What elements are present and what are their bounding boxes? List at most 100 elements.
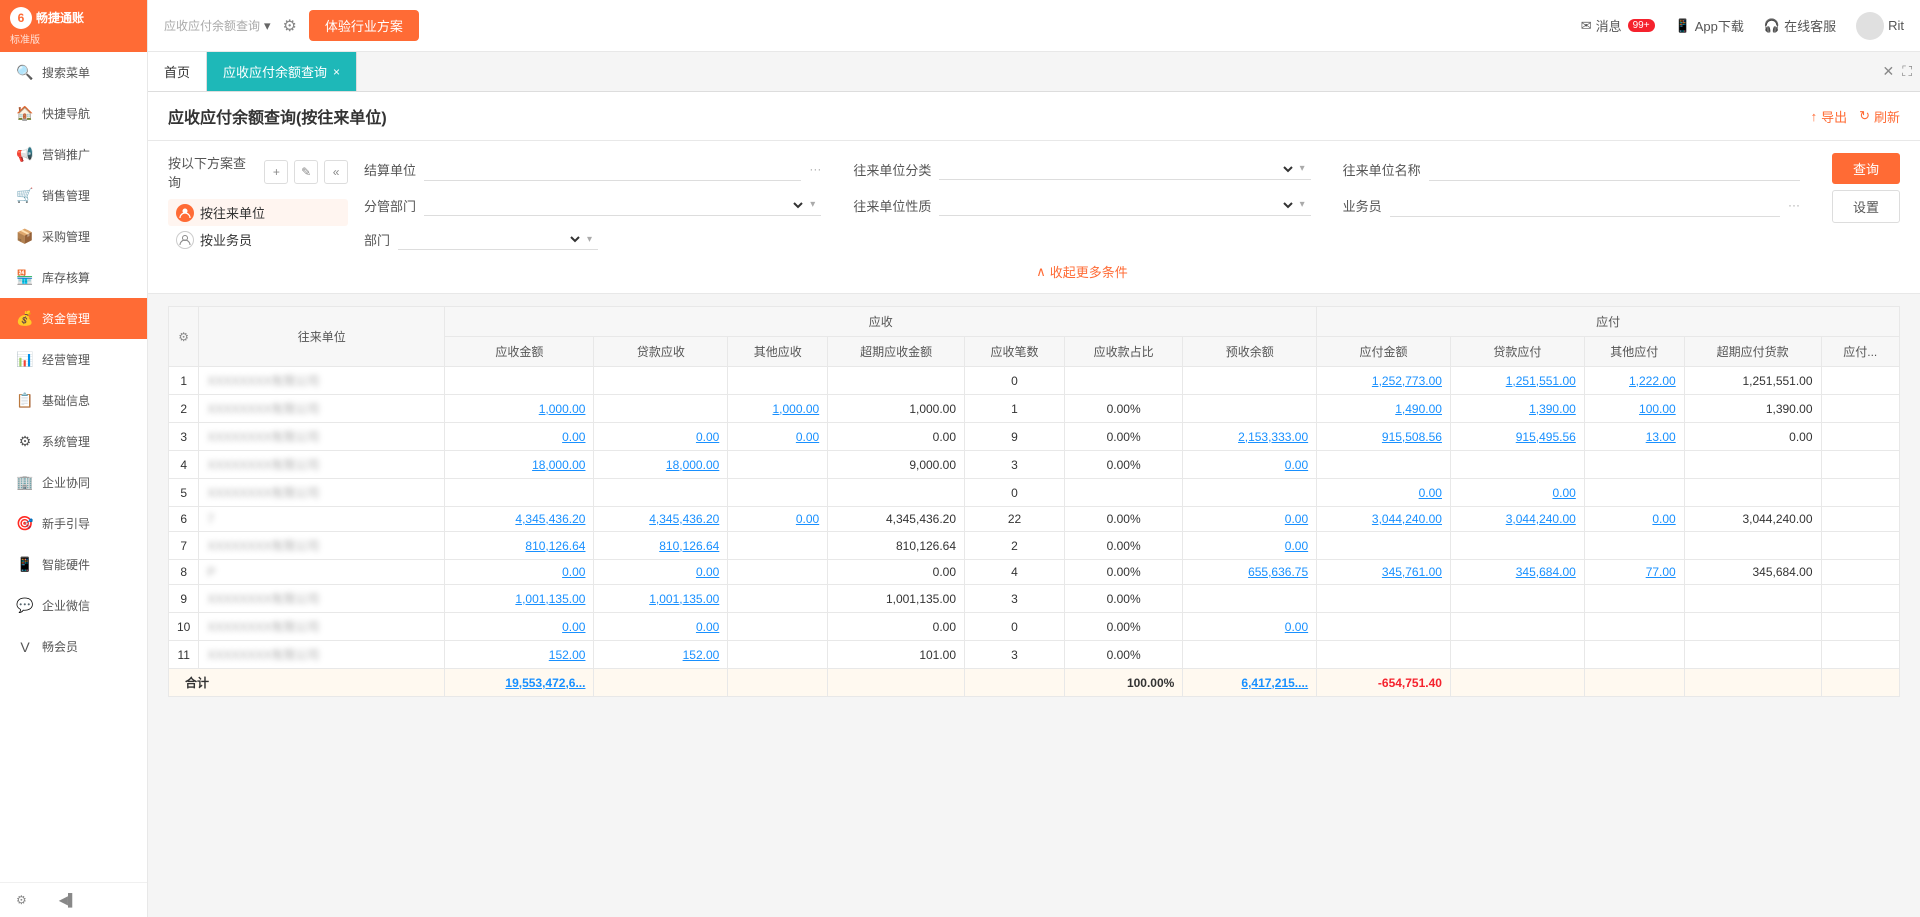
sidebar-item-guide[interactable]: 🎯 新手引导 [0,503,147,544]
unit-category-label: 往来单位分类 [853,160,931,179]
collapse-icon: ◀▌ [59,893,77,907]
add-scheme-btn[interactable]: + [264,160,288,184]
dept-manager-select[interactable] [430,197,806,213]
sidebar-item-wechat[interactable]: 💬 企业微信 [0,585,147,626]
collapse-btn[interactable]: ∧ 收起更多条件 [348,262,1816,281]
sidebar-item-marketing[interactable]: 📢 营销推广 [0,134,147,175]
search-actions: 查询 设置 [1832,153,1900,223]
tab-close-all-icon[interactable]: ✕ [1882,63,1894,80]
settlement-unit-more-icon[interactable]: ··· [809,162,821,176]
inventory-icon: 🏪 [16,269,34,286]
dept-manager-arrow-icon: ▾ [810,199,815,210]
by-staff-icon [176,231,194,249]
by-unit-icon [176,204,194,222]
tab-home[interactable]: 首页 [148,52,207,91]
sidebar-collapse-btn[interactable]: ◀▌ [43,883,93,917]
messages-btn[interactable]: ✉ 消息 99+ [1581,16,1655,35]
table-row: 4XXXXXXXX有限公司18,000.0018,000.009,000.003… [169,451,1900,479]
th-ar-group: 应收 [445,307,1317,337]
total-ar-loan [594,669,728,697]
sales-icon: 🛒 [16,187,34,204]
th-ap-suffix: 应付... [1821,337,1899,367]
user-profile[interactable]: Rit [1856,12,1904,40]
salesperson-more-icon[interactable]: ··· [1788,198,1800,212]
total-label: 合计 [169,669,445,697]
table-row: 674,345,436.204,345,436.200.004,345,436.… [169,507,1900,532]
sidebar-item-inventory[interactable]: 🏪 库存核算 [0,257,147,298]
th-partner: 往来单位 [199,307,445,367]
online-service-btn[interactable]: 🎧 在线客服 [1764,16,1836,35]
sidebar-item-member[interactable]: V 畅会员 [0,626,147,667]
tab-maximize-icon[interactable]: ⛶ [1902,63,1912,80]
refresh-btn[interactable]: ↻ 刷新 [1859,107,1900,126]
data-table: ⚙ 往来单位 应收 应付 应收金额 贷款应收 其他应收 超期应收金额 应收笔数 … [168,306,1900,697]
sidebar-item-business[interactable]: 📊 经营管理 [0,339,147,380]
option-by-staff[interactable]: 按业务员 [168,226,348,253]
th-ar-count: 应收笔数 [965,337,1065,367]
basic-icon: 📋 [16,392,34,409]
page-header: 应收应付余额查询(按往来单位) ↑ 导出 ↻ 刷新 [148,92,1920,141]
search-main-row: 按以下方案查询 + ✎ « 按往来单位 [168,153,1900,281]
sidebar-item-finance[interactable]: 💰 资金管理 [0,298,147,339]
th-ap-overdue: 超期应付货款 [1684,337,1821,367]
edit-scheme-btn[interactable]: ✎ [294,160,318,184]
hardware-icon: 📱 [16,556,34,573]
option-by-unit[interactable]: 按往来单位 [168,199,348,226]
industry-solution-btn[interactable]: 体验行业方案 [309,10,419,41]
salesperson-label: 业务员 [1343,196,1382,215]
collapse-scheme-btn[interactable]: « [324,160,348,184]
set-btn[interactable]: 设置 [1832,190,1900,223]
sidebar-item-enterprise[interactable]: 🏢 企业协同 [0,462,147,503]
app-download-btn[interactable]: 📱 App下载 [1675,16,1744,35]
logo-name: 畅捷通账 [36,9,84,26]
unit-nature-select[interactable] [945,197,1295,213]
th-settings[interactable]: ⚙ [169,307,199,367]
total-ar-overdue [828,669,965,697]
table-row: 10XXXXXXXX有限公司0.000.000.0000.00%0.00 [169,613,1900,641]
sidebar-item-hardware[interactable]: 📱 智能硬件 [0,544,147,585]
tab-ar-ap[interactable]: 应收应付余额查询 × [207,52,357,91]
topbar: 应收应付余额查询 ▾ ⚙ 体验行业方案 ✉ 消息 99+ 📱 App下载 🎧 在… [148,0,1920,52]
table-row: 7XXXXXXXX有限公司810,126.64810,126.64810,126… [169,532,1900,560]
wechat-icon: 💬 [16,597,34,614]
settlement-unit-input[interactable] [424,157,801,181]
main-content: 应收应付余额查询 ▾ ⚙ 体验行业方案 ✉ 消息 99+ 📱 App下载 🎧 在… [148,0,1920,917]
column-settings-icon[interactable]: ⚙ [178,330,189,344]
sidebar-settings-btn[interactable]: ⚙ [0,883,43,917]
query-btn[interactable]: 查询 [1832,153,1900,184]
table-row: 3XXXXXXXX有限公司0.000.000.000.0090.00%2,153… [169,423,1900,451]
unit-category-select[interactable] [945,161,1295,177]
topbar-gear-icon[interactable]: ⚙ [283,16,297,36]
dept-select[interactable] [404,231,583,247]
enterprise-icon: 🏢 [16,474,34,491]
purchase-icon: 📦 [16,228,34,245]
th-ap-amount: 应付金额 [1317,337,1451,367]
export-btn[interactable]: ↑ 导出 [1811,107,1848,126]
settings-icon: ⚙ [16,893,27,907]
total-ar-count [965,669,1065,697]
search-right: 结算单位 ··· 往来单位分类 ▾ 往来单位名称 [348,153,1816,281]
tabbar: 首页 应收应付余额查询 × ✕ ⛶ [148,52,1920,92]
sidebar-item-purchase[interactable]: 📦 采购管理 [0,216,147,257]
th-ar-ratio: 应收款占比 [1064,337,1182,367]
table-area: ⚙ 往来单位 应收 应付 应收金额 贷款应收 其他应收 超期应收金额 应收笔数 … [148,294,1920,917]
sidebar-item-system[interactable]: ⚙ 系统管理 [0,421,147,462]
tab-close-icon[interactable]: × [333,65,340,79]
th-ap-group: 应付 [1317,307,1900,337]
sidebar-item-sales[interactable]: 🛒 销售管理 [0,175,147,216]
salesperson-input[interactable] [1390,193,1780,217]
sidebar-item-search[interactable]: 🔍 搜索菜单 [0,52,147,93]
sidebar-item-basic[interactable]: 📋 基础信息 [0,380,147,421]
unit-name-input[interactable] [1429,157,1800,181]
logo-sub: 标准版 [10,31,84,46]
service-icon: 🎧 [1764,18,1780,34]
th-ar-prepaid: 预收余额 [1183,337,1317,367]
total-ar-prepaid[interactable]: 6,417,215.... [1183,669,1317,697]
export-icon: ↑ [1811,109,1818,124]
sidebar-item-quicknav[interactable]: 🏠 快捷导航 [0,93,147,134]
member-icon: V [16,639,34,655]
total-ar-amount[interactable]: 19,553,472,6... [445,669,594,697]
breadcrumb-dropdown-icon[interactable]: ▾ [264,18,271,34]
total-ap-other [1584,669,1684,697]
total-ap-overdue [1684,669,1821,697]
